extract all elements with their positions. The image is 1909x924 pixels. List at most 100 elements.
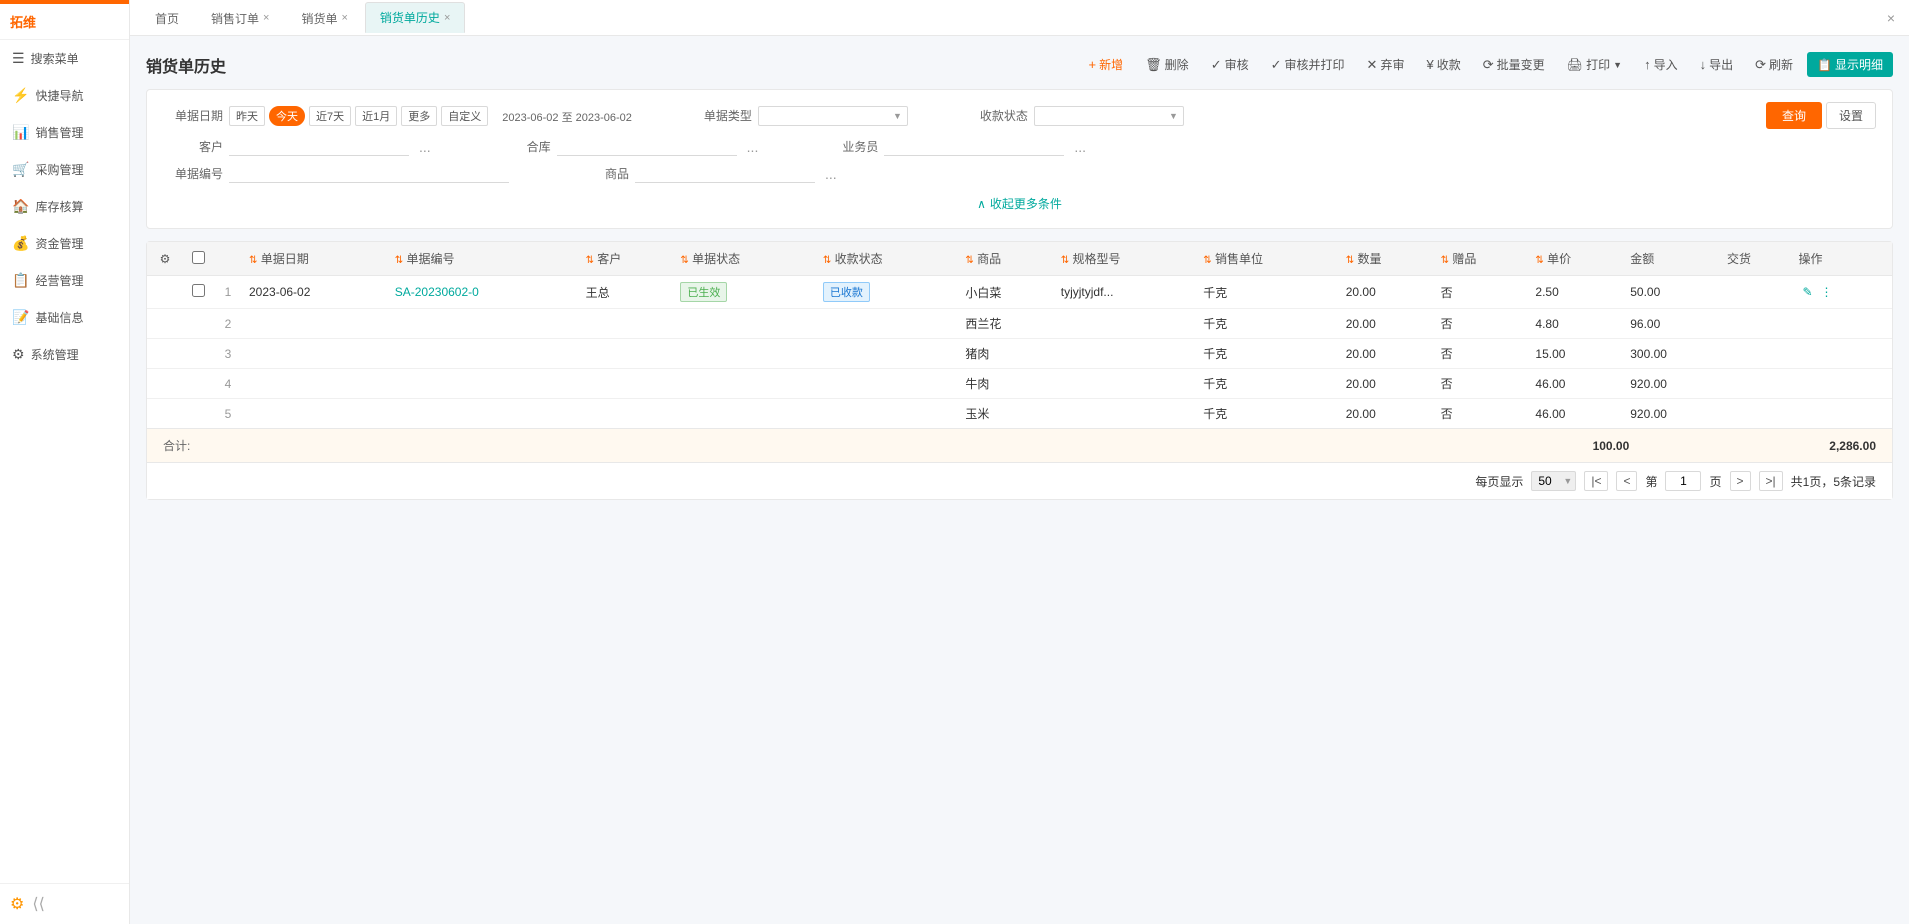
warehouse-label: 合库 [491, 138, 551, 155]
more-btn[interactable]: ⋮ [1817, 284, 1837, 300]
docno-input[interactable] [229, 164, 509, 183]
date-btn-7days[interactable]: 近7天 [309, 106, 351, 126]
salesperson-input[interactable] [884, 137, 1064, 156]
audit-print-icon: ✓ [1271, 57, 1282, 73]
col-spec-type[interactable]: ⇅ 规格型号 [1055, 242, 1198, 276]
col-unit-price[interactable]: ⇅ 单价 [1529, 242, 1624, 276]
col-doc-no[interactable]: ⇅ 单据编号 [389, 242, 580, 276]
page-next-btn[interactable]: > [1730, 471, 1751, 491]
sidebar-collapse-icon[interactable]: ⟨⟨ [32, 894, 44, 914]
set-button[interactable]: 设置 [1826, 102, 1876, 129]
cell-transaction [1721, 339, 1793, 369]
cell-qty: 20.00 [1340, 369, 1435, 399]
col-gift[interactable]: ⇅ 赠品 [1435, 242, 1530, 276]
tab-home[interactable]: 首页 [140, 3, 194, 33]
sidebar-item-sys-mgmt[interactable]: ⚙ 系统管理 [0, 336, 129, 373]
doc-no-link[interactable]: SA-20230602-0 [395, 285, 479, 299]
warehouse-picker-btn[interactable]: ... [747, 139, 759, 155]
salesperson-picker-btn[interactable]: ... [1074, 139, 1086, 155]
audit-button[interactable]: ✓ 审核 [1203, 52, 1257, 77]
sort-customer-icon: ⇅ [586, 255, 594, 266]
tab-sales-goods-close[interactable]: × [341, 12, 347, 24]
sidebar-item-inventory[interactable]: 🏠 库存核算 [0, 188, 129, 225]
date-btn-1month[interactable]: 近1月 [355, 106, 397, 126]
sort-doc-status-icon: ⇅ [680, 255, 688, 266]
collect-button[interactable]: ¥ 收款 [1418, 52, 1468, 77]
goods-picker-btn[interactable]: ... [825, 166, 837, 182]
page-size-select[interactable]: 50 20 100 [1531, 471, 1576, 491]
print-button[interactable]: 🖨 打印 ▼ [1559, 52, 1630, 77]
sort-collect-status-icon: ⇅ [823, 255, 831, 266]
date-btn-yesterday[interactable]: 昨天 [229, 106, 265, 126]
col-goods[interactable]: ⇅ 商品 [959, 242, 1054, 276]
sidebar-item-search-menu[interactable]: ☰ 搜索菜单 [0, 40, 129, 77]
window-close-btn[interactable]: × [1883, 10, 1899, 26]
delete-icon: 🗑 [1145, 57, 1162, 73]
customer-input[interactable] [229, 137, 409, 156]
cell-unit-price: 46.00 [1529, 369, 1624, 399]
sidebar-item-sales-mgmt[interactable]: 📊 销售管理 [0, 114, 129, 151]
new-button[interactable]: + 新增 [1081, 52, 1132, 77]
abandon-button[interactable]: ✕ 弃审 [1359, 52, 1413, 77]
page-prev-btn[interactable]: < [1616, 471, 1637, 491]
filter-row-1: 单据日期 昨天 今天 近7天 近1月 更多 自定义 2023-06-02 至 2… [163, 102, 1876, 129]
collapse-btn[interactable]: ∧ 收起更多条件 [163, 191, 1876, 216]
doc-type-select[interactable] [758, 106, 908, 126]
sidebar-item-purchase-mgmt[interactable]: 🛒 采购管理 [0, 151, 129, 188]
goods-input[interactable] [635, 164, 815, 183]
tab-sales-order-close[interactable]: × [263, 12, 269, 24]
import-button[interactable]: ↑ 导入 [1636, 52, 1686, 77]
delete-button[interactable]: 🗑 删除 [1137, 52, 1197, 77]
col-qty[interactable]: ⇅ 数量 [1340, 242, 1435, 276]
query-button[interactable]: 查询 [1766, 102, 1822, 129]
export-button[interactable]: ↓ 导出 [1692, 52, 1742, 77]
filter-date-item: 单据日期 昨天 今天 近7天 近1月 更多 自定义 2023-06-02 至 2… [163, 106, 632, 126]
cell-transaction [1721, 369, 1793, 399]
check-all-checkbox[interactable] [192, 251, 205, 264]
sidebar-item-finance-mgmt[interactable]: 💰 资金管理 [0, 225, 129, 262]
row-checkbox[interactable] [192, 284, 205, 297]
display-detail-button[interactable]: 📋 显示明细 [1807, 52, 1893, 77]
page-header: 销货单历史 + 新增 🗑 删除 ✓ 审核 ✓ 审核并打印 [146, 52, 1893, 77]
batch-change-button[interactable]: ⟳ 批量变更 [1475, 52, 1553, 77]
page-input[interactable] [1665, 471, 1701, 491]
page-last-btn[interactable]: >| [1759, 471, 1783, 491]
date-btn-today[interactable]: 今天 [269, 106, 305, 126]
export-icon: ↓ [1700, 57, 1707, 72]
collect-status-select[interactable] [1034, 106, 1184, 126]
sidebar-item-quick-nav[interactable]: ⚡ 快捷导航 [0, 77, 129, 114]
audit-print-button[interactable]: ✓ 审核并打印 [1263, 52, 1353, 77]
col-collect-status[interactable]: ⇅ 收款状态 [817, 242, 960, 276]
tab-sales-order[interactable]: 销售订单 × [196, 3, 284, 33]
sidebar-item-label: 资金管理 [35, 235, 83, 252]
row-check [183, 276, 213, 309]
customer-label: 客户 [163, 138, 223, 155]
sidebar-item-ops-mgmt[interactable]: 📋 经营管理 [0, 262, 129, 299]
warehouse-input[interactable] [557, 137, 737, 156]
date-btn-more[interactable]: 更多 [401, 106, 437, 126]
sidebar-settings-icon[interactable]: ⚙ [10, 894, 24, 914]
col-customer[interactable]: ⇅ 客户 [580, 242, 675, 276]
print-dropdown-icon: ▼ [1613, 60, 1622, 70]
customer-picker-btn[interactable]: ... [419, 139, 431, 155]
col-sales-unit[interactable]: ⇅ 销售单位 [1197, 242, 1340, 276]
cell-spec-type [1055, 369, 1198, 399]
edit-btn[interactable]: ✎ [1798, 284, 1816, 300]
cell-amount: 920.00 [1624, 399, 1721, 429]
refresh-button[interactable]: ⟳ 刷新 [1747, 52, 1801, 77]
cell-gift: 否 [1435, 339, 1530, 369]
page-label: 第 [1645, 473, 1657, 490]
tab-sales-history[interactable]: 销货单历史 × [365, 2, 465, 33]
col-doc-status[interactable]: ⇅ 单据状态 [674, 242, 817, 276]
tab-sales-history-close[interactable]: × [444, 12, 450, 24]
page-first-btn[interactable]: |< [1584, 471, 1608, 491]
tab-sales-goods[interactable]: 销货单 × [286, 3, 362, 33]
cell-goods: 牛肉 [959, 369, 1054, 399]
sidebar-item-base-info[interactable]: 📝 基础信息 [0, 299, 129, 336]
filter-customer-item: 客户 ... [163, 137, 431, 156]
date-btn-custom[interactable]: 自定义 [441, 106, 488, 126]
collect-status-label: 收款状态 [968, 107, 1028, 124]
sidebar-logo: 拓维 [0, 4, 129, 40]
col-doc-date[interactable]: ⇅ 单据日期 [243, 242, 389, 276]
col-settings[interactable]: ⚙ [147, 242, 183, 276]
